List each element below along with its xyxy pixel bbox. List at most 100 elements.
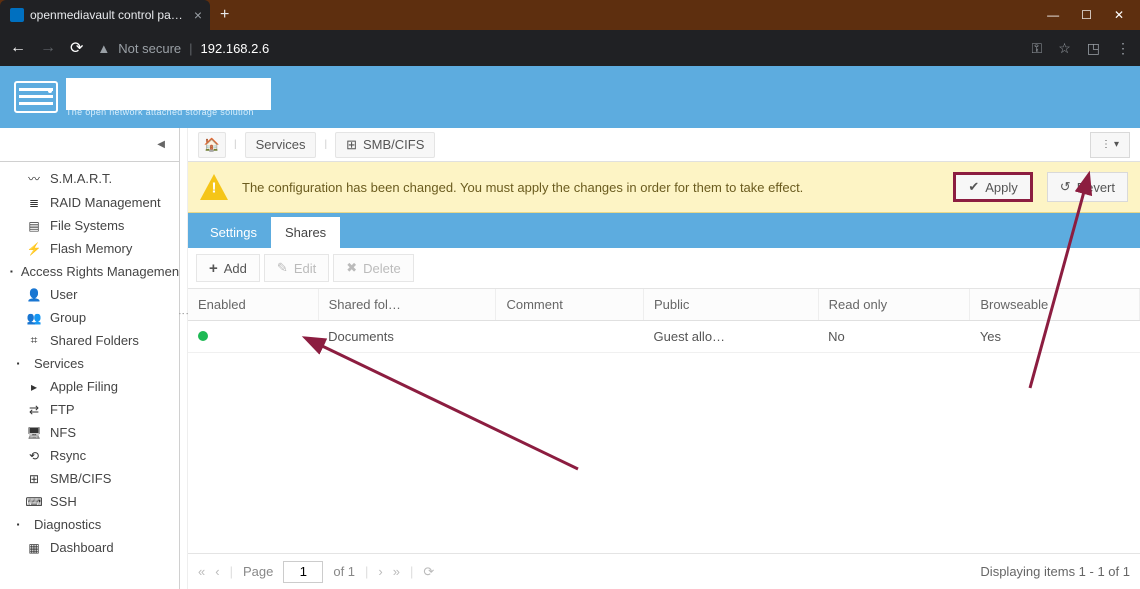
page-label: Page: [243, 564, 273, 579]
column-header[interactable]: Comment: [496, 289, 644, 321]
page-of-label: of 1: [333, 564, 355, 579]
reload-button[interactable]: ⟳: [70, 38, 83, 58]
breadcrumb-label: Services: [256, 137, 306, 152]
sidebar-item[interactable]: ▪Services: [0, 352, 179, 375]
add-label: Add: [224, 261, 247, 276]
add-button[interactable]: +Add: [196, 254, 260, 282]
inner-tabs: Settings Shares: [188, 213, 1140, 248]
window-title-bar: openmediavault control panel - × + — ☐ ✕: [0, 0, 1140, 30]
apple-icon: ▸: [26, 380, 42, 394]
column-header[interactable]: Shared fol…: [318, 289, 496, 321]
splitter-handle[interactable]: ⋮: [180, 128, 188, 589]
sidebar-item[interactable]: 🖥 NFS: [0, 421, 179, 444]
sidebar-item[interactable]: 👥Group: [0, 306, 179, 329]
sidebar-item[interactable]: 〰 S.M.A.R.T.: [0, 166, 179, 191]
column-header[interactable]: Read only: [818, 289, 970, 321]
minimize-button[interactable]: —: [1047, 8, 1059, 22]
next-page-button[interactable]: ›: [378, 564, 382, 579]
delete-label: Delete: [363, 261, 401, 276]
table-cell: Yes: [970, 321, 1140, 353]
sidebar-item[interactable]: 👤User: [0, 283, 179, 306]
ftp-icon: ⇄: [26, 403, 42, 417]
close-tab-icon[interactable]: ×: [194, 7, 202, 23]
sidebar-item[interactable]: ⟲Rsync: [0, 444, 179, 467]
forward-button[interactable]: →: [40, 39, 56, 57]
dash-icon: ▦: [26, 541, 42, 555]
cat-icon: ▪: [10, 267, 13, 276]
sidebar-item[interactable]: ▤File Systems: [0, 214, 179, 237]
ssh-icon: ⌨: [26, 495, 42, 509]
table-row[interactable]: DocumentsGuest allo…NoYes: [188, 321, 1140, 353]
sidebar-item[interactable]: ⊞SMB/CIFS: [0, 467, 179, 490]
table-cell: No: [818, 321, 970, 353]
window-controls: — ☐ ✕: [1047, 8, 1140, 22]
db-icon: ≣: [26, 196, 42, 210]
revert-label: Revert: [1077, 180, 1115, 195]
address-bar: ← → ⟳ ▲ Not secure | 192.168.2.6 ⚿ ☆ ◳ ⋮: [0, 30, 1140, 66]
sidebar-item[interactable]: ▸Apple Filing: [0, 375, 179, 398]
breadcrumb-home[interactable]: 🏠: [198, 132, 226, 158]
extensions-icon[interactable]: ◳: [1087, 40, 1100, 57]
breadcrumb-services[interactable]: Services: [245, 132, 317, 158]
sidebar-item-label: User: [50, 287, 77, 302]
edit-label: Edit: [294, 261, 316, 276]
url-box[interactable]: ▲ Not secure | 192.168.2.6: [97, 41, 1017, 56]
sidebar-item-label: Flash Memory: [50, 241, 132, 256]
refresh-button[interactable]: ⟳: [423, 564, 434, 580]
sidebar-item-label: RAID Management: [50, 195, 161, 210]
tab-shares[interactable]: Shares: [271, 217, 340, 248]
column-header[interactable]: Public: [644, 289, 819, 321]
first-page-button[interactable]: «: [198, 564, 205, 579]
paging-bar: « ‹ | Page of 1 | › » | ⟳ Displaying ite…: [188, 553, 1140, 589]
sidebar-item[interactable]: ▪Diagnostics: [0, 513, 179, 536]
win-icon: ⊞: [26, 472, 42, 486]
sidebar-item-label: Rsync: [50, 448, 86, 463]
column-header[interactable]: Browseable: [970, 289, 1140, 321]
url-host: 192.168.2.6: [201, 41, 270, 56]
column-header[interactable]: Enabled: [188, 289, 318, 321]
security-label: Not secure: [118, 41, 181, 56]
sidebar-item-label: SSH: [50, 494, 77, 509]
table-cell: [188, 321, 318, 353]
revert-button[interactable]: ↺Revert: [1047, 172, 1128, 202]
config-changed-alert: The configuration has been changed. You …: [188, 162, 1140, 213]
prev-page-button[interactable]: ‹: [215, 564, 219, 579]
sidebar-item-label: NFS: [50, 425, 76, 440]
menu-icon[interactable]: ⋮: [1116, 40, 1130, 57]
maximize-button[interactable]: ☐: [1081, 8, 1092, 22]
browser-tab[interactable]: openmediavault control panel - ×: [0, 0, 210, 30]
breadcrumb-smb[interactable]: ⊞SMB/CIFS: [335, 132, 435, 158]
pulse-icon: 〰: [26, 170, 42, 187]
sidebar-item[interactable]: ⌨ SSH: [0, 490, 179, 513]
sidebar-item-label: Dashboard: [50, 540, 114, 555]
apply-label: Apply: [985, 180, 1018, 195]
url-separator: |: [189, 41, 192, 56]
nfs-icon: 🖥: [26, 426, 42, 440]
delete-button[interactable]: ✖Delete: [333, 254, 413, 282]
sidebar-item[interactable]: ≣ RAID Management: [0, 191, 179, 214]
apply-button[interactable]: ✔Apply: [953, 172, 1032, 202]
table-cell: Documents: [318, 321, 496, 353]
sidebar-item-label: S.M.A.R.T.: [50, 171, 112, 186]
sidebar-item[interactable]: ⇄FTP: [0, 398, 179, 421]
edit-button[interactable]: ✎Edit: [264, 254, 329, 282]
warning-icon: [200, 174, 228, 200]
key-icon[interactable]: ⚿: [1032, 40, 1043, 57]
sidebar-item[interactable]: ▦ Dashboard: [0, 536, 179, 559]
back-button[interactable]: ←: [10, 39, 26, 57]
share-icon: ⌗: [26, 333, 42, 348]
new-tab-button[interactable]: +: [210, 6, 239, 24]
breadcrumb-bar: 🏠 | Services | ⊞SMB/CIFS ⋮▾: [188, 128, 1140, 162]
tab-settings[interactable]: Settings: [196, 217, 271, 248]
page-input[interactable]: [283, 561, 323, 583]
panel-menu-button[interactable]: ⋮▾: [1090, 132, 1130, 158]
sidebar-item[interactable]: ⌗Shared Folders: [0, 329, 179, 352]
sidebar-item[interactable]: ▪Access Rights Management: [0, 260, 179, 283]
bookmark-icon[interactable]: ☆: [1058, 40, 1071, 57]
last-page-button[interactable]: »: [393, 564, 400, 579]
sidebar-collapse-button[interactable]: ◀: [0, 128, 179, 162]
close-window-button[interactable]: ✕: [1114, 8, 1124, 22]
breadcrumb-label: SMB/CIFS: [363, 137, 424, 152]
sidebar-item[interactable]: ⚡Flash Memory: [0, 237, 179, 260]
grid-toolbar: +Add ✎Edit ✖Delete: [188, 248, 1140, 289]
